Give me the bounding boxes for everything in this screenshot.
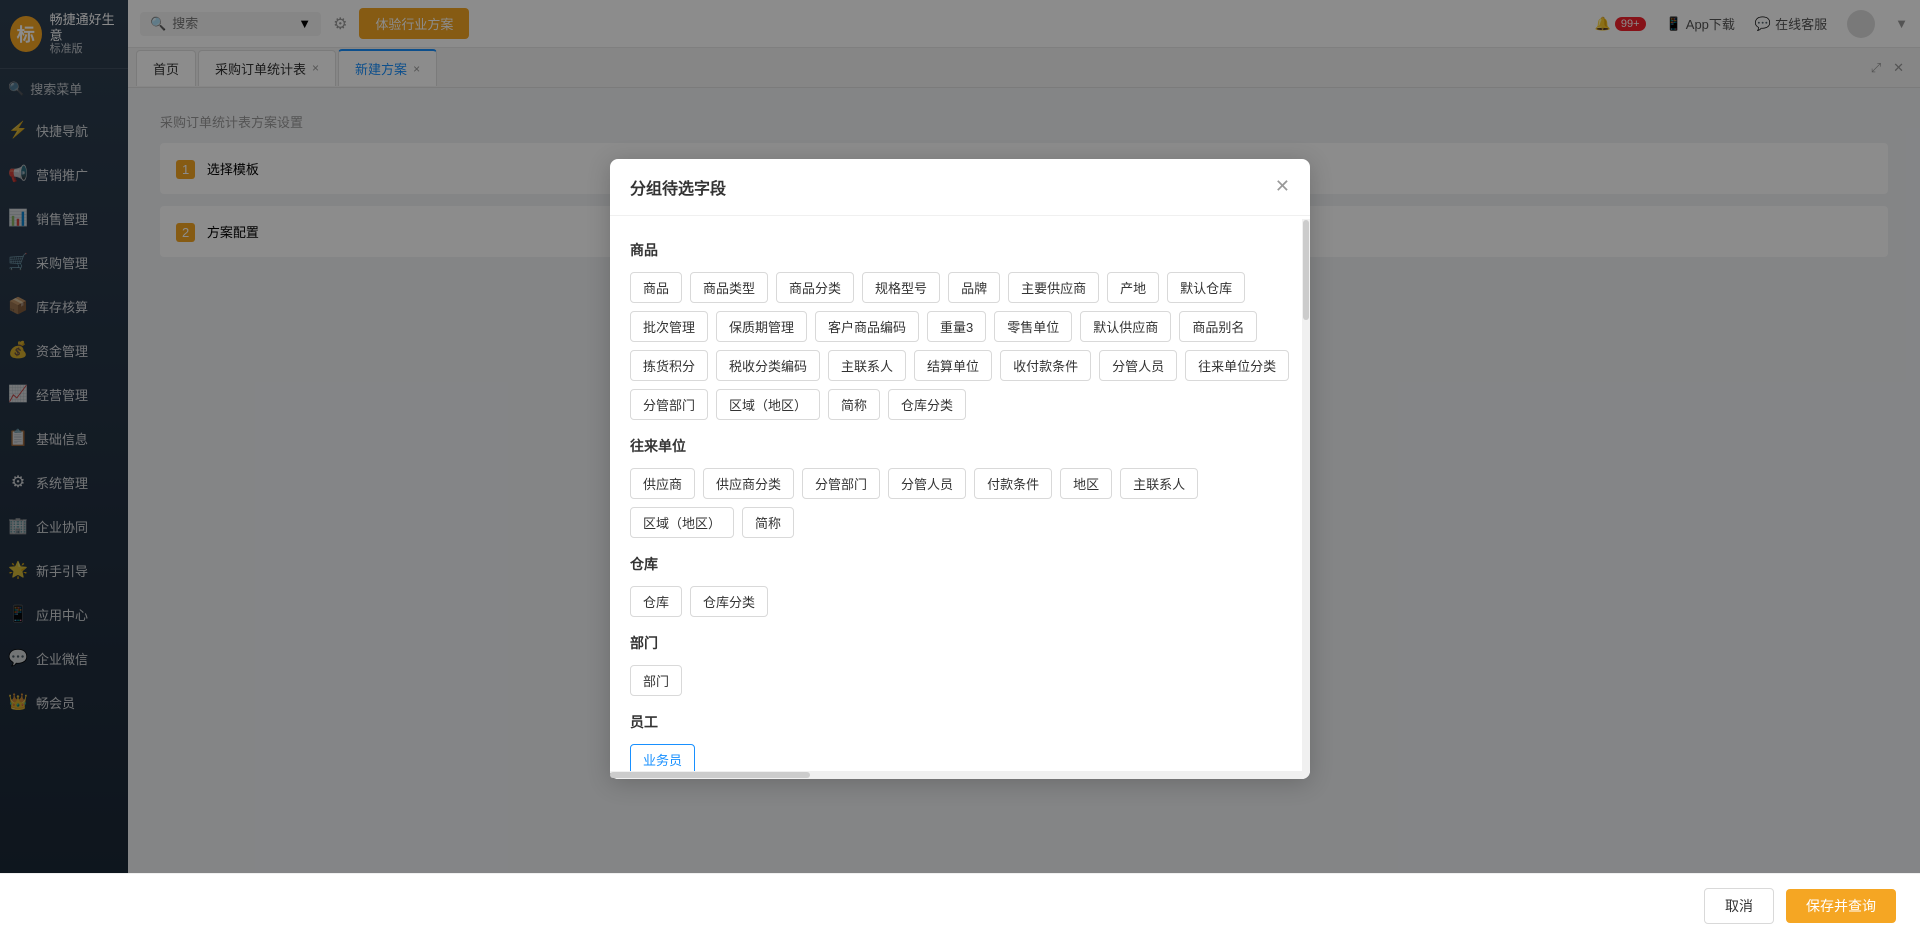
section-title-partner: 往来单位: [630, 436, 1290, 456]
product-fields: 商品 商品类型 商品分类 规格型号 品牌 主要供应商 产地 默认仓库 批次管理 …: [630, 272, 1290, 420]
department-fields: 部门: [630, 665, 1290, 696]
field-tag[interactable]: 供应商分类: [703, 468, 794, 499]
field-tag[interactable]: 默认供应商: [1080, 311, 1171, 342]
field-tag[interactable]: 区域（地区）: [630, 507, 734, 538]
field-tag[interactable]: 分管人员: [888, 468, 966, 499]
field-tag[interactable]: 产地: [1107, 272, 1159, 303]
field-tag[interactable]: 主联系人: [1120, 468, 1198, 499]
field-tag[interactable]: 批次管理: [630, 311, 708, 342]
section-title-product: 商品: [630, 240, 1290, 260]
field-tag[interactable]: 品牌: [948, 272, 1000, 303]
field-tag[interactable]: 分管部门: [802, 468, 880, 499]
field-tag[interactable]: 仓库: [630, 586, 682, 617]
field-tag[interactable]: 仓库分类: [888, 389, 966, 420]
field-tag[interactable]: 主要供应商: [1008, 272, 1099, 303]
field-tag[interactable]: 往来单位分类: [1185, 350, 1289, 381]
modal-footer: 取消 保存并查询: [0, 873, 1920, 937]
scroll-thumb-x[interactable]: [610, 772, 810, 778]
warehouse-fields: 仓库 仓库分类: [630, 586, 1290, 617]
modal: 分组待选字段 ✕ 商品 商品 商品类型 商品分类 规格型号 品牌 主要供应商 产…: [610, 159, 1310, 779]
field-tag[interactable]: 收付款条件: [1000, 350, 1091, 381]
modal-title: 分组待选字段: [630, 175, 726, 199]
field-tag[interactable]: 拣货积分: [630, 350, 708, 381]
field-tag[interactable]: 税收分类编码: [716, 350, 820, 381]
scroll-track-y[interactable]: [1302, 219, 1310, 771]
field-tag[interactable]: 分管人员: [1099, 350, 1177, 381]
modal-header: 分组待选字段 ✕: [610, 159, 1310, 216]
field-tag[interactable]: 重量3: [927, 311, 986, 342]
scroll-track-x[interactable]: [610, 771, 1310, 779]
field-tag[interactable]: 默认仓库: [1167, 272, 1245, 303]
section-title-department: 部门: [630, 633, 1290, 653]
field-tag[interactable]: 地区: [1060, 468, 1112, 499]
field-tag[interactable]: 结算单位: [914, 350, 992, 381]
field-tag[interactable]: 分管部门: [630, 389, 708, 420]
confirm-button[interactable]: 保存并查询: [1786, 889, 1896, 923]
field-tag[interactable]: 付款条件: [974, 468, 1052, 499]
field-tag[interactable]: 主联系人: [828, 350, 906, 381]
scroll-thumb-y[interactable]: [1303, 220, 1309, 320]
field-tag[interactable]: 部门: [630, 665, 682, 696]
field-tag[interactable]: 商品分类: [776, 272, 854, 303]
field-tag[interactable]: 规格型号: [862, 272, 940, 303]
field-tag[interactable]: 客户商品编码: [815, 311, 919, 342]
field-tag[interactable]: 区域（地区）: [716, 389, 820, 420]
field-tag[interactable]: 商品别名: [1179, 311, 1257, 342]
section-title-employee: 员工: [630, 712, 1290, 732]
modal-close-icon[interactable]: ✕: [1275, 176, 1290, 197]
section-title-warehouse: 仓库: [630, 554, 1290, 574]
field-tag[interactable]: 商品类型: [690, 272, 768, 303]
field-tag[interactable]: 零售单位: [994, 311, 1072, 342]
modal-body: 商品 商品 商品类型 商品分类 规格型号 品牌 主要供应商 产地 默认仓库 批次…: [610, 216, 1310, 779]
partner-fields: 供应商 供应商分类 分管部门 分管人员 付款条件 地区 主联系人 区域（地区） …: [630, 468, 1290, 538]
field-tag[interactable]: 供应商: [630, 468, 695, 499]
field-tag[interactable]: 保质期管理: [716, 311, 807, 342]
cancel-button[interactable]: 取消: [1704, 888, 1774, 924]
field-tag[interactable]: 简称: [828, 389, 880, 420]
field-tag[interactable]: 仓库分类: [690, 586, 768, 617]
field-tag[interactable]: 简称: [742, 507, 794, 538]
field-tag[interactable]: 商品: [630, 272, 682, 303]
